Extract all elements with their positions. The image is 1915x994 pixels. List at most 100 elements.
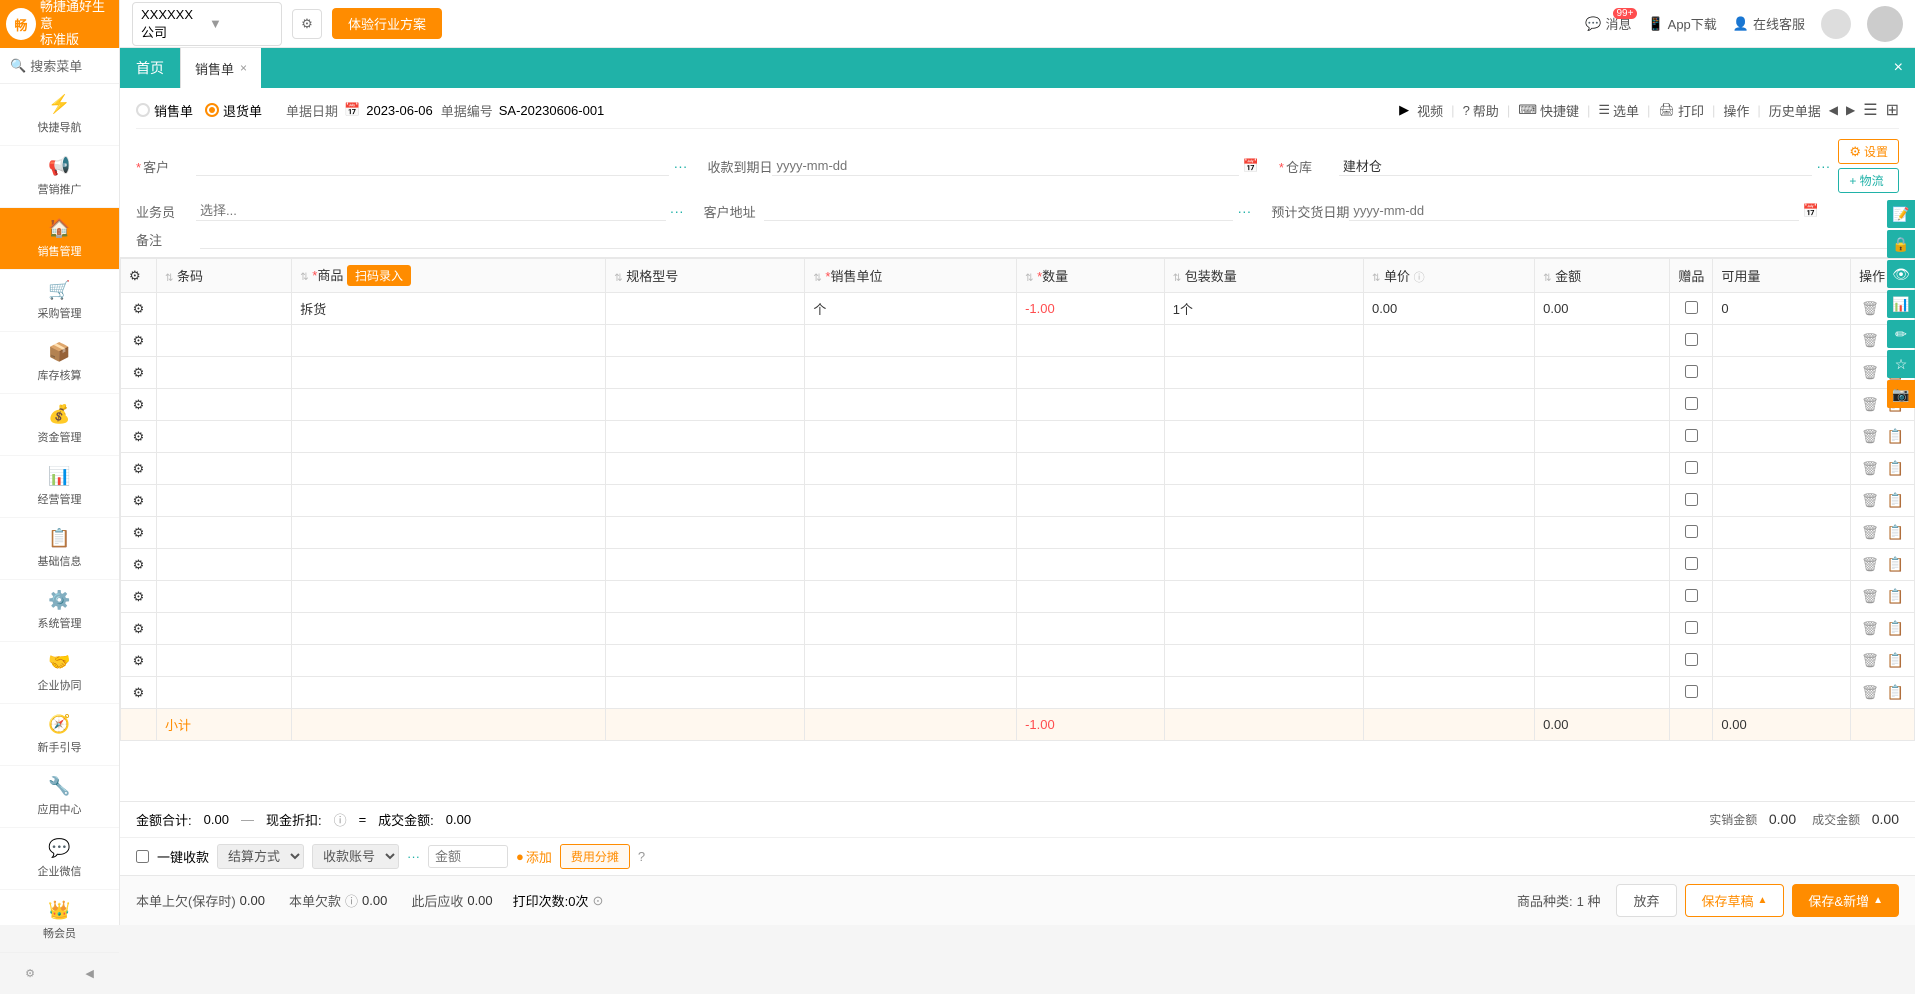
cell-spec[interactable] — [606, 357, 805, 389]
select-btn[interactable]: ☰ 选单 — [1598, 101, 1639, 120]
tab-close-btn[interactable]: × — [240, 61, 247, 75]
row-settings-icon[interactable]: ⚙ — [121, 325, 157, 357]
cell-barcode[interactable] — [157, 293, 292, 325]
delete-icon[interactable]: 🗑 — [1861, 460, 1879, 476]
sidebar-settings-btn[interactable]: ⚙ — [21, 961, 39, 986]
cell-amount[interactable] — [1535, 421, 1670, 453]
expected-date-calendar-icon[interactable]: 📅 — [1803, 203, 1819, 219]
cell-spec[interactable] — [606, 581, 805, 613]
gift-checkbox[interactable] — [1685, 685, 1698, 698]
cell-amount[interactable] — [1535, 645, 1670, 677]
delete-icon[interactable]: 🗑 — [1861, 652, 1879, 668]
cell-gift[interactable] — [1670, 357, 1713, 389]
cell-product[interactable] — [292, 357, 606, 389]
delete-icon[interactable]: 🗑 — [1861, 364, 1879, 380]
copy-icon[interactable]: 📋 — [1887, 460, 1904, 476]
cell-amount[interactable] — [1535, 389, 1670, 421]
history-btn[interactable]: 历史单据 — [1769, 101, 1821, 120]
user-avatar2[interactable] — [1867, 6, 1903, 42]
copy-icon[interactable]: 📋 — [1887, 684, 1904, 700]
delete-icon[interactable]: 🗑 — [1861, 524, 1879, 540]
add-btn[interactable]: ● 添加 — [516, 847, 552, 866]
gift-checkbox[interactable] — [1685, 429, 1698, 442]
experience-button[interactable]: 体验行业方案 — [332, 8, 442, 39]
row-settings-icon[interactable]: ⚙ — [121, 677, 157, 709]
row-settings-icon[interactable]: ⚙ — [121, 581, 157, 613]
delete-icon[interactable]: 🗑 — [1861, 620, 1879, 636]
cell-amount[interactable] — [1535, 453, 1670, 485]
row-settings-icon[interactable]: ⚙ — [121, 293, 157, 325]
cell-gift[interactable] — [1670, 581, 1713, 613]
gift-checkbox[interactable] — [1685, 557, 1698, 570]
cell-gift[interactable] — [1670, 677, 1713, 709]
cell-qty[interactable] — [1017, 645, 1165, 677]
cell-unit[interactable] — [805, 357, 1017, 389]
cell-gift[interactable] — [1670, 389, 1713, 421]
cell-product[interactable] — [292, 453, 606, 485]
cell-pkg-qty[interactable] — [1164, 677, 1363, 709]
cell-unit-price[interactable] — [1363, 581, 1534, 613]
cell-unit-price[interactable]: 0.00 — [1363, 293, 1534, 325]
customer-input[interactable] — [196, 156, 669, 176]
due-date-input[interactable] — [772, 156, 1238, 176]
copy-icon[interactable]: 📋 — [1887, 620, 1904, 636]
cell-spec[interactable] — [606, 549, 805, 581]
tab-close-all-btn[interactable]: × — [1882, 59, 1915, 77]
gift-checkbox[interactable] — [1685, 365, 1698, 378]
gift-checkbox[interactable] — [1685, 301, 1698, 314]
cell-barcode[interactable] — [157, 421, 292, 453]
sidebar-item-system[interactable]: ⚙️ 系统管理 — [0, 580, 119, 642]
float-btn-3[interactable]: 👁 — [1887, 260, 1915, 288]
cell-amount[interactable] — [1535, 677, 1670, 709]
discard-btn[interactable]: 放弃 — [1616, 884, 1676, 917]
cell-qty[interactable] — [1017, 421, 1165, 453]
cell-unit[interactable] — [805, 453, 1017, 485]
sidebar-item-collab[interactable]: 🤝 企业协同 — [0, 642, 119, 704]
cell-spec[interactable] — [606, 453, 805, 485]
cell-barcode[interactable] — [157, 325, 292, 357]
cell-unit-price[interactable] — [1363, 421, 1534, 453]
cell-unit-price[interactable] — [1363, 613, 1534, 645]
sidebar-item-quick-nav[interactable]: ⚡ 快捷导航 — [0, 84, 119, 146]
cell-amount[interactable] — [1535, 357, 1670, 389]
cell-barcode[interactable] — [157, 389, 292, 421]
sidebar-item-marketing[interactable]: 📢 营销推广 — [0, 146, 119, 208]
cell-pkg-qty[interactable] — [1164, 389, 1363, 421]
cell-unit-price[interactable] — [1363, 325, 1534, 357]
message-btn[interactable]: 💬 消息 99+ — [1585, 14, 1631, 33]
cash-discount-info[interactable]: ⓘ — [334, 810, 347, 829]
cell-pkg-qty[interactable] — [1164, 421, 1363, 453]
cell-gift[interactable] — [1670, 549, 1713, 581]
sidebar-item-member[interactable]: 👑 畅会员 — [0, 890, 119, 952]
cell-gift[interactable] — [1670, 645, 1713, 677]
sidebar-search[interactable]: 🔍 搜索菜单 — [0, 48, 119, 84]
cell-pkg-qty[interactable] — [1164, 357, 1363, 389]
cell-barcode[interactable] — [157, 517, 292, 549]
expected-date-input[interactable] — [1349, 201, 1798, 221]
cell-gift[interactable] — [1670, 613, 1713, 645]
delete-icon[interactable]: 🗑 — [1861, 332, 1879, 348]
tab-home[interactable]: 首页 — [120, 48, 180, 88]
delete-icon[interactable]: 🗑 — [1861, 428, 1879, 444]
cell-unit[interactable] — [805, 389, 1017, 421]
company-selector[interactable]: XXXXXX公司 ▼ — [132, 2, 282, 46]
delete-icon[interactable]: 🗑 — [1861, 396, 1879, 412]
cell-spec[interactable] — [606, 517, 805, 549]
cell-qty[interactable] — [1017, 581, 1165, 613]
sidebar-item-base[interactable]: 📋 基础信息 — [0, 518, 119, 580]
sidebar-item-apps[interactable]: 🔧 应用中心 — [0, 766, 119, 828]
gift-checkbox[interactable] — [1685, 525, 1698, 538]
cell-gift[interactable] — [1670, 293, 1713, 325]
cell-barcode[interactable] — [157, 581, 292, 613]
tab-sales-order[interactable]: 销售单 × — [180, 48, 261, 88]
cell-barcode[interactable] — [157, 453, 292, 485]
salesperson-input[interactable] — [196, 201, 666, 221]
cell-barcode[interactable] — [157, 613, 292, 645]
cell-pkg-qty[interactable] — [1164, 645, 1363, 677]
product-kind-radio[interactable]: ⊙ — [593, 893, 604, 909]
row-settings-icon[interactable]: ⚙ — [121, 389, 157, 421]
cell-product[interactable] — [292, 421, 606, 453]
cell-unit-price[interactable] — [1363, 645, 1534, 677]
cell-product[interactable]: 拆货 — [292, 293, 606, 325]
user-avatar[interactable] — [1821, 9, 1851, 39]
